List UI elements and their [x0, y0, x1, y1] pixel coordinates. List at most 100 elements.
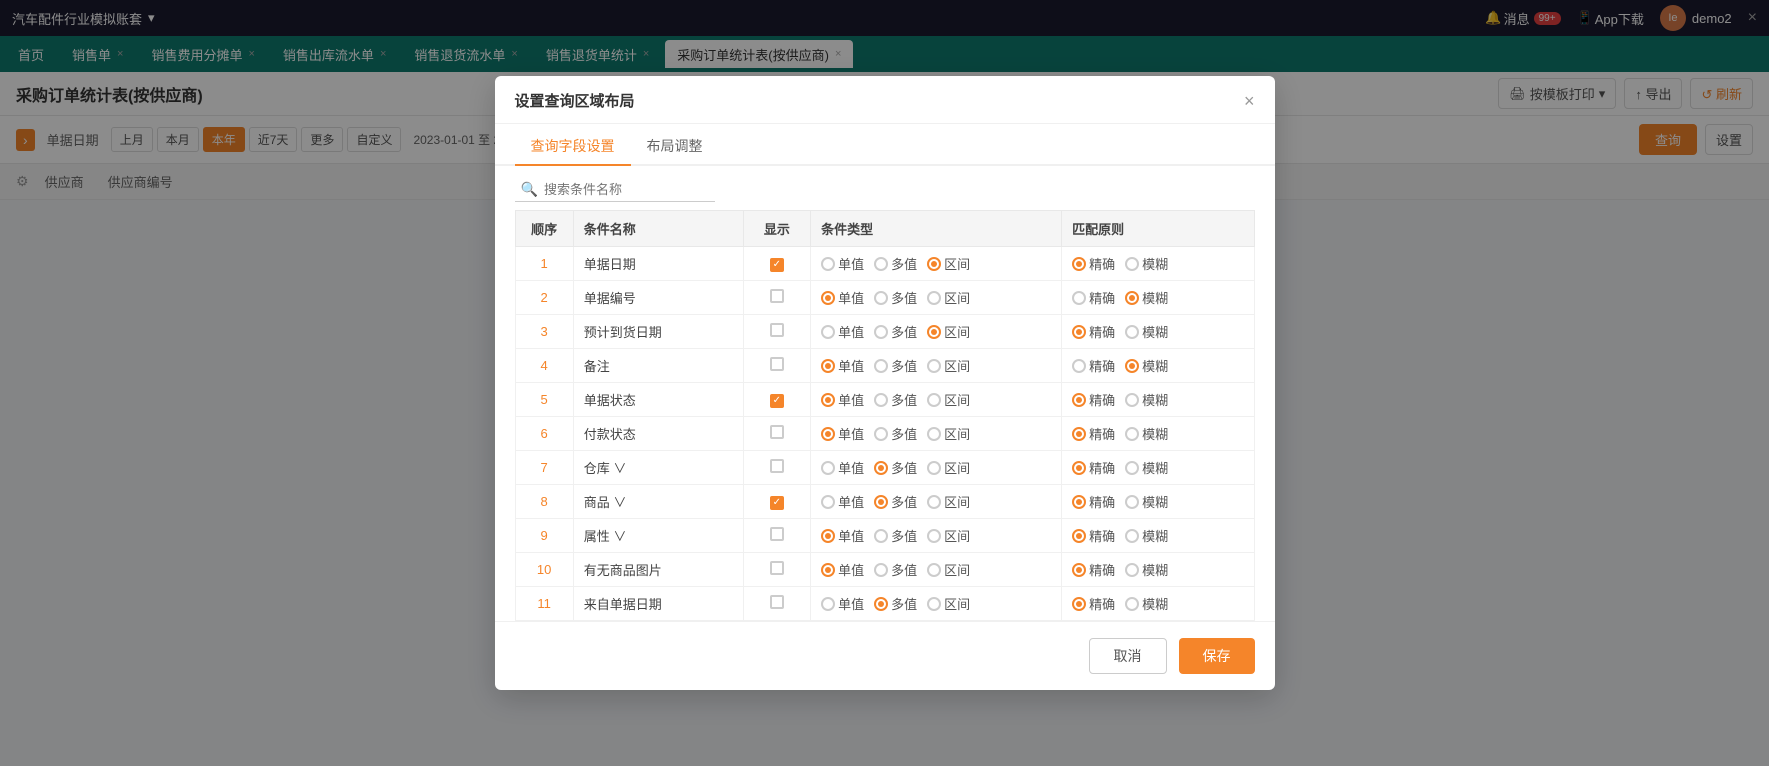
type-radio-0[interactable]: 单值: [821, 390, 864, 409]
display-checkbox[interactable]: ✓: [770, 496, 784, 510]
search-input[interactable]: [544, 182, 704, 197]
save-btn[interactable]: 保存: [1179, 638, 1255, 674]
match-radio-0[interactable]: 精确: [1072, 322, 1115, 341]
type-radio-1[interactable]: 多值: [874, 390, 917, 409]
row-type: 单值多值区间: [811, 451, 1062, 485]
match-radio-1[interactable]: 模糊: [1125, 526, 1168, 545]
display-checkbox[interactable]: [770, 561, 784, 575]
type-radio-0[interactable]: 单值: [821, 458, 864, 477]
table-row: 2单据编号单值多值区间精确模糊: [515, 281, 1254, 315]
match-radio-0[interactable]: 精确: [1072, 492, 1115, 511]
match-radio-1[interactable]: 模糊: [1125, 424, 1168, 443]
display-checkbox[interactable]: ✓: [770, 394, 784, 408]
type-radio-2[interactable]: 区间: [927, 390, 970, 409]
row-display[interactable]: [743, 349, 811, 383]
row-order: 6: [515, 417, 573, 451]
row-order: 5: [515, 383, 573, 417]
type-radio-1[interactable]: 多值: [874, 424, 917, 443]
type-radio-0[interactable]: 单值: [821, 356, 864, 375]
match-radio-1[interactable]: 模糊: [1125, 492, 1168, 511]
row-match: 精确模糊: [1062, 519, 1254, 553]
display-checkbox[interactable]: [770, 527, 784, 541]
row-order: 3: [515, 315, 573, 349]
match-radio-0[interactable]: 精确: [1072, 424, 1115, 443]
type-radio-2[interactable]: 区间: [927, 322, 970, 341]
row-type: 单值多值区间: [811, 519, 1062, 553]
match-radio-1[interactable]: 模糊: [1125, 458, 1168, 477]
type-radio-2[interactable]: 区间: [927, 288, 970, 307]
match-radio-0[interactable]: 精确: [1072, 390, 1115, 409]
type-radio-0[interactable]: 单值: [821, 424, 864, 443]
match-radio-1[interactable]: 模糊: [1125, 322, 1168, 341]
match-radio-0[interactable]: 精确: [1072, 560, 1115, 579]
match-radio-0[interactable]: 精确: [1072, 254, 1115, 273]
match-radio-0[interactable]: 精确: [1072, 288, 1115, 307]
type-radio-2[interactable]: 区间: [927, 458, 970, 477]
display-checkbox[interactable]: [770, 323, 784, 337]
row-display[interactable]: ✓: [743, 247, 811, 281]
match-radio-0[interactable]: 精确: [1072, 526, 1115, 545]
type-radio-1[interactable]: 多值: [874, 458, 917, 477]
row-order: 1: [515, 247, 573, 281]
type-radio-0[interactable]: 单值: [821, 526, 864, 545]
type-radio-0[interactable]: 单值: [821, 254, 864, 273]
row-type: 单值多值区间: [811, 281, 1062, 315]
match-radio-1[interactable]: 模糊: [1125, 288, 1168, 307]
display-checkbox[interactable]: ✓: [770, 258, 784, 272]
type-radio-0[interactable]: 单值: [821, 492, 864, 511]
type-radio-2[interactable]: 区间: [927, 560, 970, 579]
type-radio-1[interactable]: 多值: [874, 254, 917, 273]
row-display[interactable]: [743, 281, 811, 315]
match-radio-1[interactable]: 模糊: [1125, 390, 1168, 409]
type-radio-0[interactable]: 单值: [821, 322, 864, 341]
type-radio-0[interactable]: 单值: [821, 288, 864, 307]
type-radio-0[interactable]: 单值: [821, 560, 864, 579]
row-display[interactable]: [743, 417, 811, 451]
tab-query-fields[interactable]: 查询字段设置: [515, 128, 631, 166]
modal-close-btn[interactable]: ×: [1244, 92, 1255, 110]
row-display[interactable]: [743, 519, 811, 553]
table-row: 6付款状态单值多值区间精确模糊: [515, 417, 1254, 451]
type-radio-2[interactable]: 区间: [927, 492, 970, 511]
tab-layout-adjust[interactable]: 布局调整: [631, 128, 719, 166]
type-radio-1[interactable]: 多值: [874, 322, 917, 341]
type-radio-2[interactable]: 区间: [927, 254, 970, 273]
match-radio-0[interactable]: 精确: [1072, 458, 1115, 477]
type-radio-1[interactable]: 多值: [874, 594, 917, 613]
table-row: 11来自单据日期单值多值区间精确模糊: [515, 587, 1254, 621]
match-radio-1[interactable]: 模糊: [1125, 254, 1168, 273]
modal-footer: 取消 保存: [495, 621, 1275, 690]
row-display[interactable]: [743, 315, 811, 349]
row-name: 备注: [573, 349, 743, 383]
row-name: 单据编号: [573, 281, 743, 315]
row-display[interactable]: [743, 587, 811, 621]
display-checkbox[interactable]: [770, 357, 784, 371]
col-order-header: 顺序: [515, 211, 573, 247]
row-display[interactable]: ✓: [743, 383, 811, 417]
type-radio-1[interactable]: 多值: [874, 288, 917, 307]
display-checkbox[interactable]: [770, 459, 784, 473]
table-row: 8商品 ∨✓单值多值区间精确模糊: [515, 485, 1254, 519]
type-radio-0[interactable]: 单值: [821, 594, 864, 613]
match-radio-1[interactable]: 模糊: [1125, 356, 1168, 375]
type-radio-1[interactable]: 多值: [874, 356, 917, 375]
type-radio-1[interactable]: 多值: [874, 560, 917, 579]
type-radio-2[interactable]: 区间: [927, 594, 970, 613]
row-display[interactable]: [743, 451, 811, 485]
type-radio-2[interactable]: 区间: [927, 526, 970, 545]
cancel-btn[interactable]: 取消: [1089, 638, 1167, 674]
row-display[interactable]: [743, 553, 811, 587]
display-checkbox[interactable]: [770, 289, 784, 303]
type-radio-2[interactable]: 区间: [927, 424, 970, 443]
match-radio-0[interactable]: 精确: [1072, 356, 1115, 375]
display-checkbox[interactable]: [770, 595, 784, 609]
display-checkbox[interactable]: [770, 425, 784, 439]
type-radio-1[interactable]: 多值: [874, 526, 917, 545]
row-display[interactable]: ✓: [743, 485, 811, 519]
type-radio-2[interactable]: 区间: [927, 356, 970, 375]
match-radio-0[interactable]: 精确: [1072, 594, 1115, 613]
match-radio-1[interactable]: 模糊: [1125, 560, 1168, 579]
row-name: 单据状态: [573, 383, 743, 417]
match-radio-1[interactable]: 模糊: [1125, 594, 1168, 613]
type-radio-1[interactable]: 多值: [874, 492, 917, 511]
